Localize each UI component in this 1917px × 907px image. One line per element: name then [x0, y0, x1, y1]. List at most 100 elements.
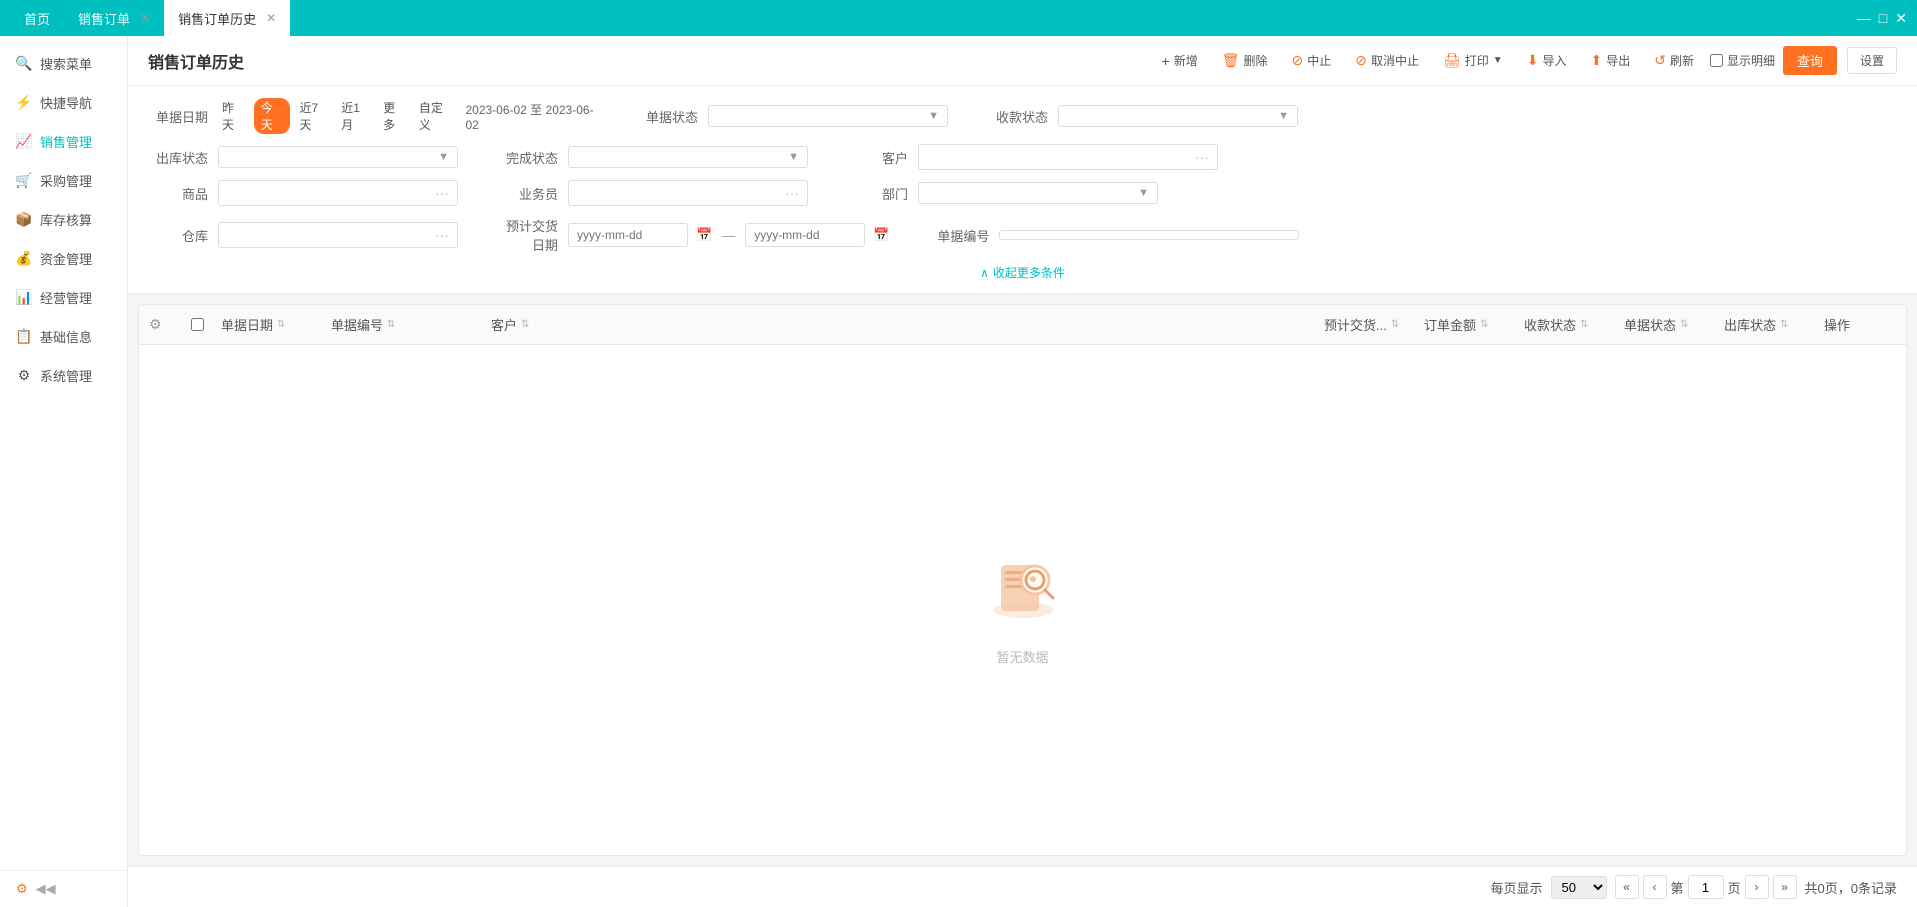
calendar-end-icon[interactable]: 📅	[873, 227, 889, 243]
warehouse-ellipsis-icon[interactable]: ···	[435, 227, 449, 243]
sidebar-collapse-icon[interactable]: ◀◀	[36, 881, 56, 897]
customer-input[interactable]: ···	[918, 144, 1897, 170]
payment-status-select[interactable]: ▼	[1058, 105, 1298, 127]
stop-button[interactable]: ⊘ 中止	[1284, 48, 1340, 73]
th-delivery[interactable]: 预计交货... ⇅	[1316, 315, 1416, 334]
export-icon: ⬆	[1590, 52, 1602, 69]
empty-state: 暂无数据	[139, 345, 1906, 855]
th-delivery-label: 预计交货...	[1324, 315, 1387, 334]
window-controls: — □ ✕	[1857, 10, 1907, 27]
settings-gear-icon[interactable]: ⚙	[16, 881, 28, 897]
out-status-select[interactable]: ▼	[218, 146, 458, 168]
sidebar-item-purchase[interactable]: 🛒 采购管理	[0, 161, 127, 200]
order-status-select[interactable]: ▼	[708, 105, 948, 127]
delivery-date-start[interactable]	[568, 223, 688, 247]
tab-close-sales[interactable]: ✕	[140, 11, 150, 25]
date-tab-yesterday[interactable]: 昨天	[218, 98, 248, 134]
collapse-filters[interactable]: ∧ 收起更多条件	[148, 264, 1897, 281]
th-pay-status-label: 收款状态	[1524, 315, 1576, 334]
sidebar-item-sales[interactable]: 📈 销售管理	[0, 122, 127, 161]
column-settings-icon[interactable]: ⚙	[149, 316, 181, 333]
product-ellipsis-icon[interactable]: ···	[435, 185, 449, 201]
system-icon: ⚙	[16, 368, 32, 384]
salesperson-ellipsis-icon[interactable]: ···	[785, 185, 799, 201]
th-order-status[interactable]: 单据状态 ⇅	[1616, 315, 1716, 334]
setting-button[interactable]: 设置	[1847, 47, 1897, 74]
th-out-status-sort-icon: ⇅	[1780, 319, 1788, 330]
sidebar-item-system[interactable]: ⚙ 系统管理	[0, 356, 127, 395]
sidebar-item-search[interactable]: 🔍 搜索菜单	[0, 44, 127, 83]
export-button[interactable]: ⬆ 导出	[1582, 48, 1638, 73]
cancel-stop-icon: ⊘	[1355, 52, 1367, 69]
customer-ellipsis-icon[interactable]: ···	[1195, 149, 1209, 165]
th-amount[interactable]: 订单金额 ⇅	[1416, 315, 1516, 334]
minimize-btn[interactable]: —	[1857, 10, 1871, 26]
date-tab-more[interactable]: 更多	[379, 98, 409, 134]
tab-sales-order[interactable]: 销售订单 ✕	[64, 0, 164, 36]
show-detail-checkbox-label[interactable]: 显示明细	[1710, 52, 1775, 69]
sidebar-item-shortcut[interactable]: ⚡ 快捷导航	[0, 83, 127, 122]
delivery-date-range: 📅 — 📅	[568, 223, 889, 247]
import-icon: ⬇	[1527, 52, 1539, 69]
salesperson-input[interactable]: ···	[568, 180, 808, 206]
maximize-btn[interactable]: □	[1879, 10, 1887, 26]
select-all-checkbox[interactable]	[191, 318, 204, 331]
product-input[interactable]: ···	[218, 180, 458, 206]
operations-icon: 📊	[16, 290, 32, 306]
department-select[interactable]: ▼	[918, 182, 1158, 204]
date-tab-today[interactable]: 今天	[254, 98, 290, 134]
refresh-button[interactable]: ↺ 刷新	[1646, 48, 1702, 73]
select-all-checkbox-header[interactable]	[181, 318, 213, 331]
cancel-stop-button[interactable]: ⊘ 取消中止	[1347, 48, 1427, 73]
print-button[interactable]: 🖨 打印 ▼	[1435, 48, 1511, 73]
complete-status-select[interactable]: ▼	[568, 146, 808, 168]
close-btn[interactable]: ✕	[1895, 10, 1907, 27]
date-tab-1month[interactable]: 近1月	[337, 98, 373, 134]
date-filter: 昨天 今天 近7天 近1月 更多 自定义 2023-06-02 至 2023-0…	[218, 98, 598, 134]
import-button[interactable]: ⬇ 导入	[1519, 48, 1575, 73]
content-area: 销售订单历史 + 新增 🗑 删除 ⊘ 中止 ⊘ 取消中止	[128, 36, 1917, 907]
tab-close-history[interactable]: ✕	[266, 11, 276, 25]
warehouse-input[interactable]: ···	[218, 222, 458, 248]
show-detail-checkbox[interactable]	[1710, 54, 1723, 67]
th-customer[interactable]: 客户 ⇅	[483, 315, 1316, 334]
page-header: 销售订单历史 + 新增 🗑 删除 ⊘ 中止 ⊘ 取消中止	[128, 36, 1917, 86]
th-num[interactable]: 单据编号 ⇅	[323, 315, 483, 334]
th-out-status-label: 出库状态	[1724, 315, 1776, 334]
calendar-start-icon[interactable]: 📅	[696, 227, 712, 243]
salesperson-label: 业务员	[498, 184, 568, 203]
first-page-button[interactable]: «	[1615, 875, 1639, 899]
empty-text: 暂无数据	[996, 647, 1048, 666]
delivery-date-end[interactable]	[745, 223, 865, 247]
date-tab-custom[interactable]: 自定义	[415, 98, 456, 134]
next-page-button[interactable]: ›	[1745, 875, 1769, 899]
sidebar-item-finance[interactable]: 💰 资金管理	[0, 239, 127, 278]
out-status-arrow-icon: ▼	[438, 151, 449, 163]
sidebar-item-operations[interactable]: 📊 经营管理	[0, 278, 127, 317]
th-out-status[interactable]: 出库状态 ⇅	[1716, 315, 1816, 334]
prev-page-button[interactable]: ‹	[1643, 875, 1667, 899]
th-date[interactable]: 单据日期 ⇅	[213, 315, 323, 334]
last-page-button[interactable]: »	[1773, 875, 1797, 899]
finance-icon: 💰	[16, 251, 32, 267]
toolbar: + 新增 🗑 删除 ⊘ 中止 ⊘ 取消中止 🖨 打印	[1154, 46, 1898, 75]
page-size-select[interactable]: 50 10 20 100	[1551, 876, 1607, 899]
page-number-input[interactable]	[1688, 875, 1724, 899]
date-tabs: 昨天 今天 近7天 近1月 更多 自定义	[218, 98, 455, 134]
th-delivery-sort-icon: ⇅	[1391, 319, 1399, 330]
new-button[interactable]: + 新增	[1154, 48, 1206, 73]
shortcut-icon: ⚡	[16, 95, 32, 111]
query-button[interactable]: 查询	[1783, 46, 1837, 75]
th-pay-status[interactable]: 收款状态 ⇅	[1516, 315, 1616, 334]
sidebar-item-basic[interactable]: 📋 基础信息	[0, 317, 127, 356]
tab-sales-order-history[interactable]: 销售订单历史 ✕	[164, 0, 290, 36]
sidebar: 🔍 搜索菜单 ⚡ 快捷导航 📈 销售管理 🛒 采购管理 📦 库存核算 💰 资金管…	[0, 36, 128, 907]
delete-button[interactable]: 🗑 删除	[1214, 48, 1276, 73]
out-status-label: 出库状态	[148, 148, 218, 167]
page-label-after: 页	[1728, 878, 1741, 897]
sidebar-item-inventory[interactable]: 📦 库存核算	[0, 200, 127, 239]
date-tab-7days[interactable]: 近7天	[296, 98, 332, 134]
tab-home[interactable]: 首页	[10, 0, 64, 36]
order-num-input[interactable]	[999, 230, 1897, 240]
total-records: 共0页，0条记录	[1805, 878, 1897, 897]
